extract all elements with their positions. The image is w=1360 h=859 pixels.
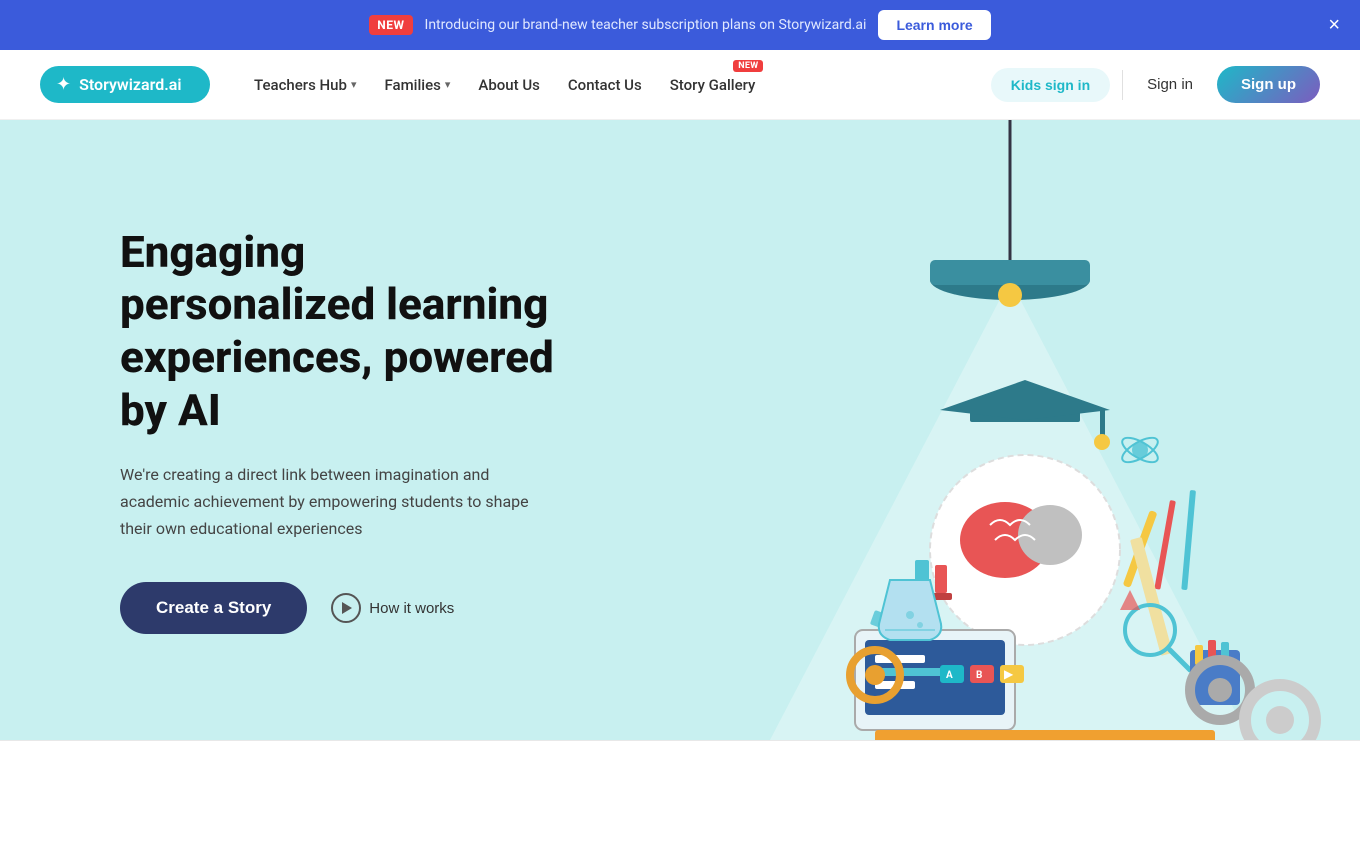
chevron-down-icon: ▾ bbox=[445, 78, 451, 91]
nav-actions: Kids sign in Sign in Sign up bbox=[991, 66, 1320, 103]
hero-title: Engaging personalized learning experienc… bbox=[120, 226, 560, 437]
hero-subtitle: We're creating a direct link between ima… bbox=[120, 461, 560, 543]
play-icon bbox=[331, 593, 361, 623]
banner-new-badge: NEW bbox=[369, 15, 412, 35]
logo-icon: ✦ bbox=[56, 74, 71, 95]
hero-content: Engaging personalized learning experienc… bbox=[0, 166, 560, 695]
chevron-down-icon: ▾ bbox=[351, 78, 357, 91]
svg-text:B: B bbox=[976, 670, 982, 681]
banner-close-button[interactable]: × bbox=[1328, 15, 1340, 35]
hero-svg: A B ▶ bbox=[660, 120, 1360, 740]
create-story-button[interactable]: Create a Story bbox=[120, 582, 307, 634]
svg-text:A: A bbox=[946, 670, 953, 681]
nav-item-teachers-hub[interactable]: Teachers Hub ▾ bbox=[242, 68, 368, 102]
nav-divider bbox=[1122, 70, 1123, 100]
nav-item-story-gallery[interactable]: NEW Story Gallery bbox=[658, 68, 768, 102]
nav-item-about-us[interactable]: About Us bbox=[466, 68, 552, 102]
logo[interactable]: ✦ Storywizard.ai bbox=[40, 66, 210, 103]
signup-button[interactable]: Sign up bbox=[1217, 66, 1320, 103]
nav-links: Teachers Hub ▾ Families ▾ About Us Conta… bbox=[242, 68, 959, 102]
nav-item-families[interactable]: Families ▾ bbox=[372, 68, 462, 102]
hero-illustration: A B ▶ bbox=[660, 120, 1360, 740]
svg-text:▶: ▶ bbox=[1004, 667, 1014, 681]
announcement-banner: NEW Introducing our brand-new teacher su… bbox=[0, 0, 1360, 50]
hero-actions: Create a Story How it works bbox=[120, 582, 560, 634]
new-tag: NEW bbox=[733, 60, 763, 72]
navbar: ✦ Storywizard.ai Teachers Hub ▾ Families… bbox=[0, 50, 1360, 120]
signin-button[interactable]: Sign in bbox=[1135, 68, 1205, 101]
banner-text: Introducing our brand-new teacher subscr… bbox=[425, 17, 867, 33]
bottom-bar bbox=[0, 740, 1360, 800]
how-it-works-button[interactable]: How it works bbox=[331, 593, 454, 623]
nav-item-contact-us[interactable]: Contact Us bbox=[556, 68, 654, 102]
play-triangle bbox=[342, 602, 352, 614]
logo-text: Storywizard.ai bbox=[79, 75, 181, 94]
banner-learn-more-button[interactable]: Learn more bbox=[878, 10, 990, 40]
kids-signin-button[interactable]: Kids sign in bbox=[991, 68, 1110, 102]
hero-section: Engaging personalized learning experienc… bbox=[0, 120, 1360, 740]
